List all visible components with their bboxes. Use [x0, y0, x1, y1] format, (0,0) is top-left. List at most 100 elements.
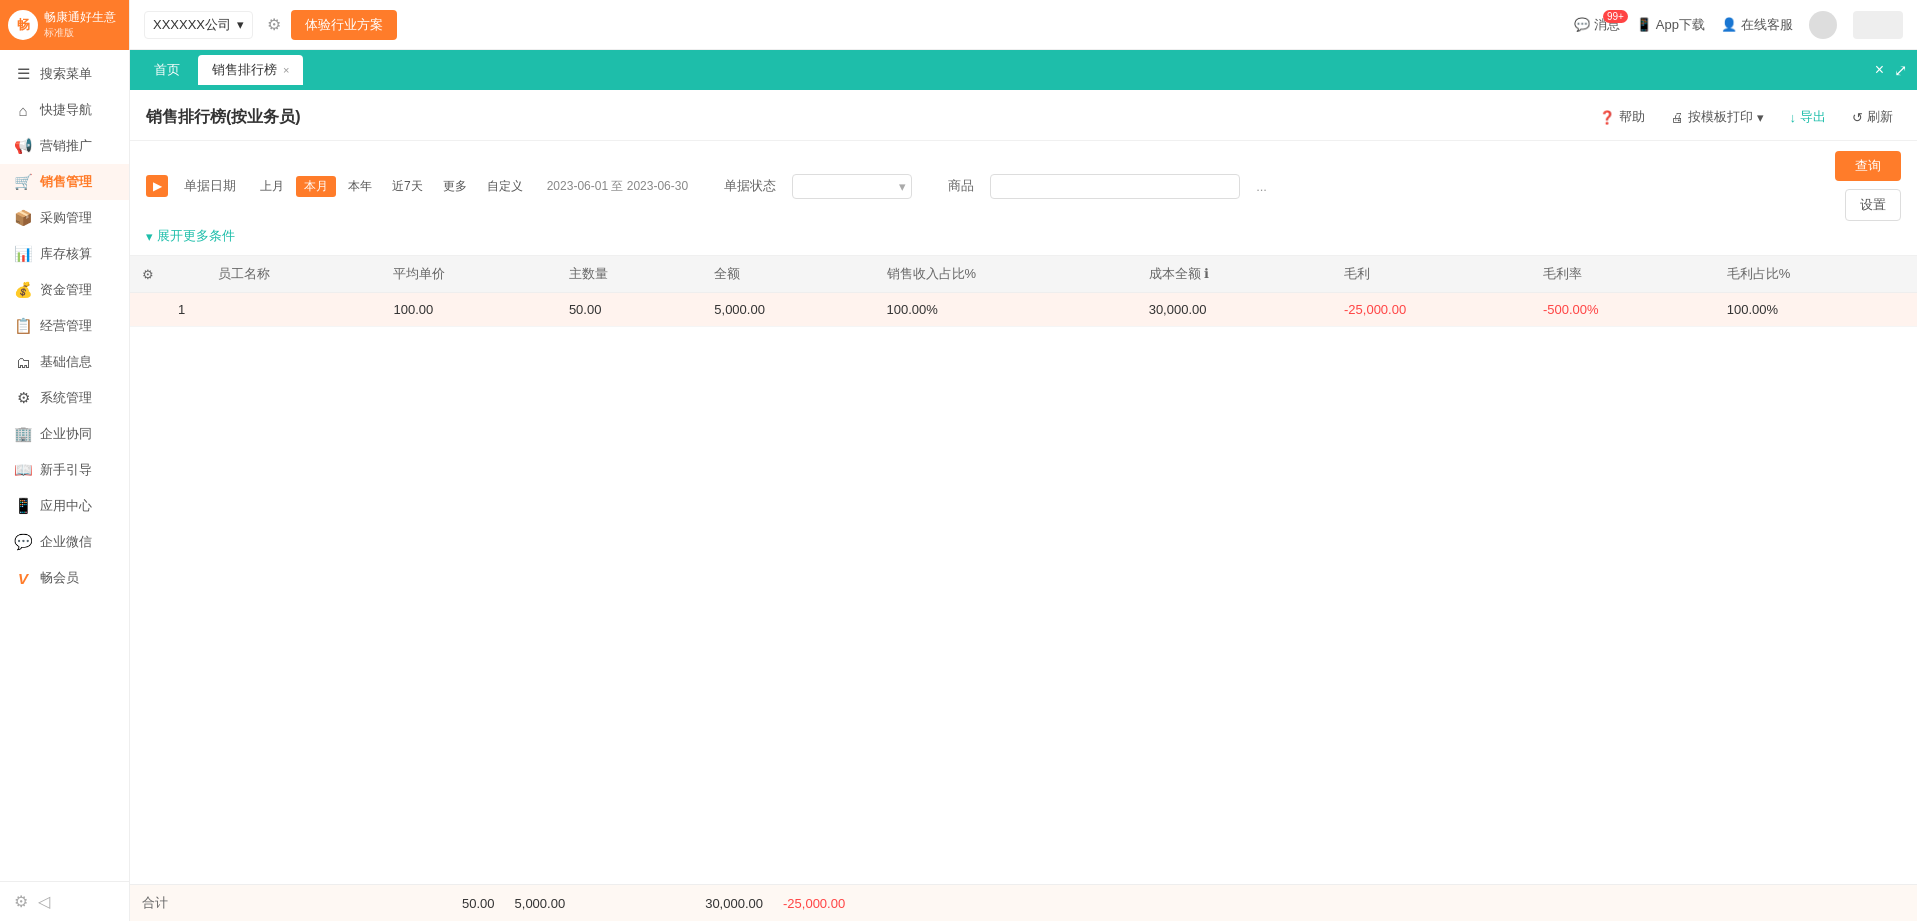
- company-selector[interactable]: XXXXXX公司 ▾: [144, 11, 253, 39]
- inventory-icon: 📊: [14, 245, 32, 263]
- sidebar-item-system[interactable]: ⚙ 系统管理: [0, 380, 129, 416]
- sidebar-item-basic-info[interactable]: 🗂 基础信息: [0, 344, 129, 380]
- cell-gross-margin: -500.00%: [1531, 293, 1715, 327]
- cell-cost-amount: 30,000.00: [1137, 293, 1332, 327]
- user-avatar[interactable]: [1809, 11, 1837, 39]
- refresh-btn[interactable]: ↺ 刷新: [1844, 104, 1901, 130]
- app-download-btn[interactable]: 📱 App下载: [1636, 16, 1705, 34]
- page-inner: 销售排行榜(按业务员) ❓ 帮助 🖨 按模板打印 ▾ ↓ 导出: [130, 90, 1917, 921]
- tab-close-icon[interactable]: ×: [283, 64, 289, 76]
- more-dots[interactable]: ...: [1256, 179, 1267, 194]
- system-icon: ⚙: [14, 389, 32, 407]
- col-gross-profit: 毛利: [1332, 256, 1531, 293]
- service-icon: 👤: [1721, 17, 1737, 32]
- tab-bar-right: × ⤢: [1875, 61, 1907, 80]
- tab-sales-ranking[interactable]: 销售排行榜 ×: [198, 55, 303, 85]
- date-btn-more[interactable]: 更多: [435, 176, 475, 197]
- col-avg-price: 平均单价: [381, 256, 556, 293]
- table-wrap: ⚙ 员工名称 平均单价 主数量 全额 销售收入占比% 成本全额 ℹ 毛利: [130, 256, 1917, 884]
- table-header-row: ⚙ 员工名称 平均单价 主数量 全额 销售收入占比% 成本全额 ℹ 毛利: [130, 256, 1917, 293]
- date-btn-this-month[interactable]: 本月: [296, 176, 336, 197]
- col-settings-icon: ⚙: [142, 267, 154, 282]
- date-range-text: 2023-06-01 至 2023-06-30: [547, 178, 688, 195]
- date-btn-last-month[interactable]: 上月: [252, 176, 292, 197]
- query-button[interactable]: 查询: [1835, 151, 1901, 181]
- download-icon: 📱: [1636, 17, 1652, 32]
- sidebar-item-marketing[interactable]: 📢 营销推广: [0, 128, 129, 164]
- cell-sales-pct: 100.00%: [875, 293, 1137, 327]
- filter-row-1: ▶ 单据日期 上月 本月 本年 近7天 更多 自定义 2023-06-01 至 …: [146, 151, 1901, 221]
- user-avatar-2[interactable]: [1853, 11, 1903, 39]
- table-footer: 合计 50.00 5,000.00 30,000.00 -25,000.00: [130, 884, 1917, 921]
- col-rank: [166, 256, 206, 293]
- sidebar-item-member[interactable]: V 畅会员: [0, 560, 129, 596]
- tab-home[interactable]: 首页: [140, 53, 194, 87]
- sidebar-footer: ⚙ ◁: [0, 881, 129, 921]
- cell-employee: [206, 293, 381, 327]
- settings-button[interactable]: 设置: [1845, 189, 1901, 221]
- sidebar-item-search-order[interactable]: ☰ 搜索菜单: [0, 56, 129, 92]
- footer-label: 合计: [142, 894, 222, 912]
- sidebar-item-enterprise[interactable]: 🏢 企业协同: [0, 416, 129, 452]
- app-logo: 畅: [8, 10, 38, 40]
- data-table: ⚙ 员工名称 平均单价 主数量 全额 销售收入占比% 成本全额 ℹ 毛利: [130, 256, 1917, 327]
- status-select[interactable]: [792, 174, 912, 199]
- sidebar-item-guide[interactable]: 📖 新手引导: [0, 452, 129, 488]
- message-btn[interactable]: 💬 消息 99+: [1574, 16, 1620, 34]
- footer-collapse-icon[interactable]: ◁: [38, 892, 50, 911]
- col-gross-pct: 毛利占比%: [1715, 256, 1917, 293]
- date-label: 单据日期: [184, 177, 236, 195]
- operations-icon: 📋: [14, 317, 32, 335]
- print-btn[interactable]: 🖨 按模板打印 ▾: [1663, 104, 1772, 130]
- col-settings[interactable]: ⚙: [130, 256, 166, 293]
- sidebar-item-quick-nav[interactable]: ⌂ 快捷导航: [0, 92, 129, 128]
- cell-rank: 1: [166, 293, 206, 327]
- sidebar-item-wechat[interactable]: 💬 企业微信: [0, 524, 129, 560]
- goods-input[interactable]: [990, 174, 1240, 199]
- export-btn[interactable]: ↓ 导出: [1782, 104, 1835, 130]
- col-sales-pct: 销售收入占比%: [875, 256, 1137, 293]
- minimize-icon[interactable]: ×: [1875, 61, 1884, 80]
- basic-info-icon: 🗂: [14, 354, 32, 371]
- sidebar-item-purchase[interactable]: 📦 采购管理: [0, 200, 129, 236]
- member-icon: V: [14, 570, 32, 587]
- enterprise-icon: 🏢: [14, 425, 32, 443]
- footer-settings-icon[interactable]: ⚙: [14, 892, 28, 911]
- header-right: 💬 消息 99+ 📱 App下载 👤 在线客服: [1574, 11, 1903, 39]
- cell-settings: [130, 293, 166, 327]
- company-dropdown-icon: ▾: [237, 17, 244, 32]
- filter-expand-arrow[interactable]: ▶: [146, 175, 168, 197]
- col-amount: 全额: [702, 256, 874, 293]
- date-btn-this-year[interactable]: 本年: [340, 176, 380, 197]
- date-btn-custom[interactable]: 自定义: [479, 176, 531, 197]
- help-btn[interactable]: ❓ 帮助: [1591, 104, 1653, 130]
- expand-more-btn[interactable]: ▾ 展开更多条件: [146, 227, 1901, 245]
- date-btn-7days[interactable]: 近7天: [384, 176, 431, 197]
- purchase-icon: 📦: [14, 209, 32, 227]
- header-settings-icon[interactable]: ⚙: [267, 15, 281, 34]
- online-service-btn[interactable]: 👤 在线客服: [1721, 16, 1793, 34]
- sidebar-item-finance[interactable]: 💰 资金管理: [0, 272, 129, 308]
- status-select-wrap: [792, 174, 912, 199]
- footer-cost-amount: 30,000.00: [705, 896, 763, 911]
- cell-quantity: 50.00: [557, 293, 702, 327]
- sidebar-item-operations[interactable]: 📋 经营管理: [0, 308, 129, 344]
- export-icon: ↓: [1790, 110, 1797, 125]
- sidebar-item-inventory[interactable]: 📊 库存核算: [0, 236, 129, 272]
- expand-icon: ▾: [146, 229, 153, 244]
- page-content: 销售排行榜(按业务员) ❓ 帮助 🖨 按模板打印 ▾ ↓ 导出: [130, 90, 1917, 921]
- maximize-icon[interactable]: ⤢: [1894, 61, 1907, 80]
- goods-label: 商品: [948, 177, 974, 195]
- sidebar: 畅 畅康通好生意 标准版 ☰ 搜索菜单 ⌂ 快捷导航 📢 营销推广 🛒 销售管理…: [0, 0, 130, 921]
- sidebar-item-sales[interactable]: 🛒 销售管理: [0, 164, 129, 200]
- status-label: 单据状态: [724, 177, 776, 195]
- sidebar-item-app-center[interactable]: 📱 应用中心: [0, 488, 129, 524]
- wechat-icon: 💬: [14, 533, 32, 551]
- trial-button[interactable]: 体验行业方案: [291, 10, 397, 40]
- refresh-icon: ↺: [1852, 110, 1863, 125]
- help-icon: ❓: [1599, 110, 1615, 125]
- sidebar-header: 畅 畅康通好生意 标准版: [0, 0, 129, 50]
- message-icon: 💬: [1574, 17, 1590, 32]
- page-header: 销售排行榜(按业务员) ❓ 帮助 🖨 按模板打印 ▾ ↓ 导出: [130, 90, 1917, 141]
- top-header: XXXXXX公司 ▾ ⚙ 体验行业方案 💬 消息 99+ 📱 App下载 👤 在…: [130, 0, 1917, 50]
